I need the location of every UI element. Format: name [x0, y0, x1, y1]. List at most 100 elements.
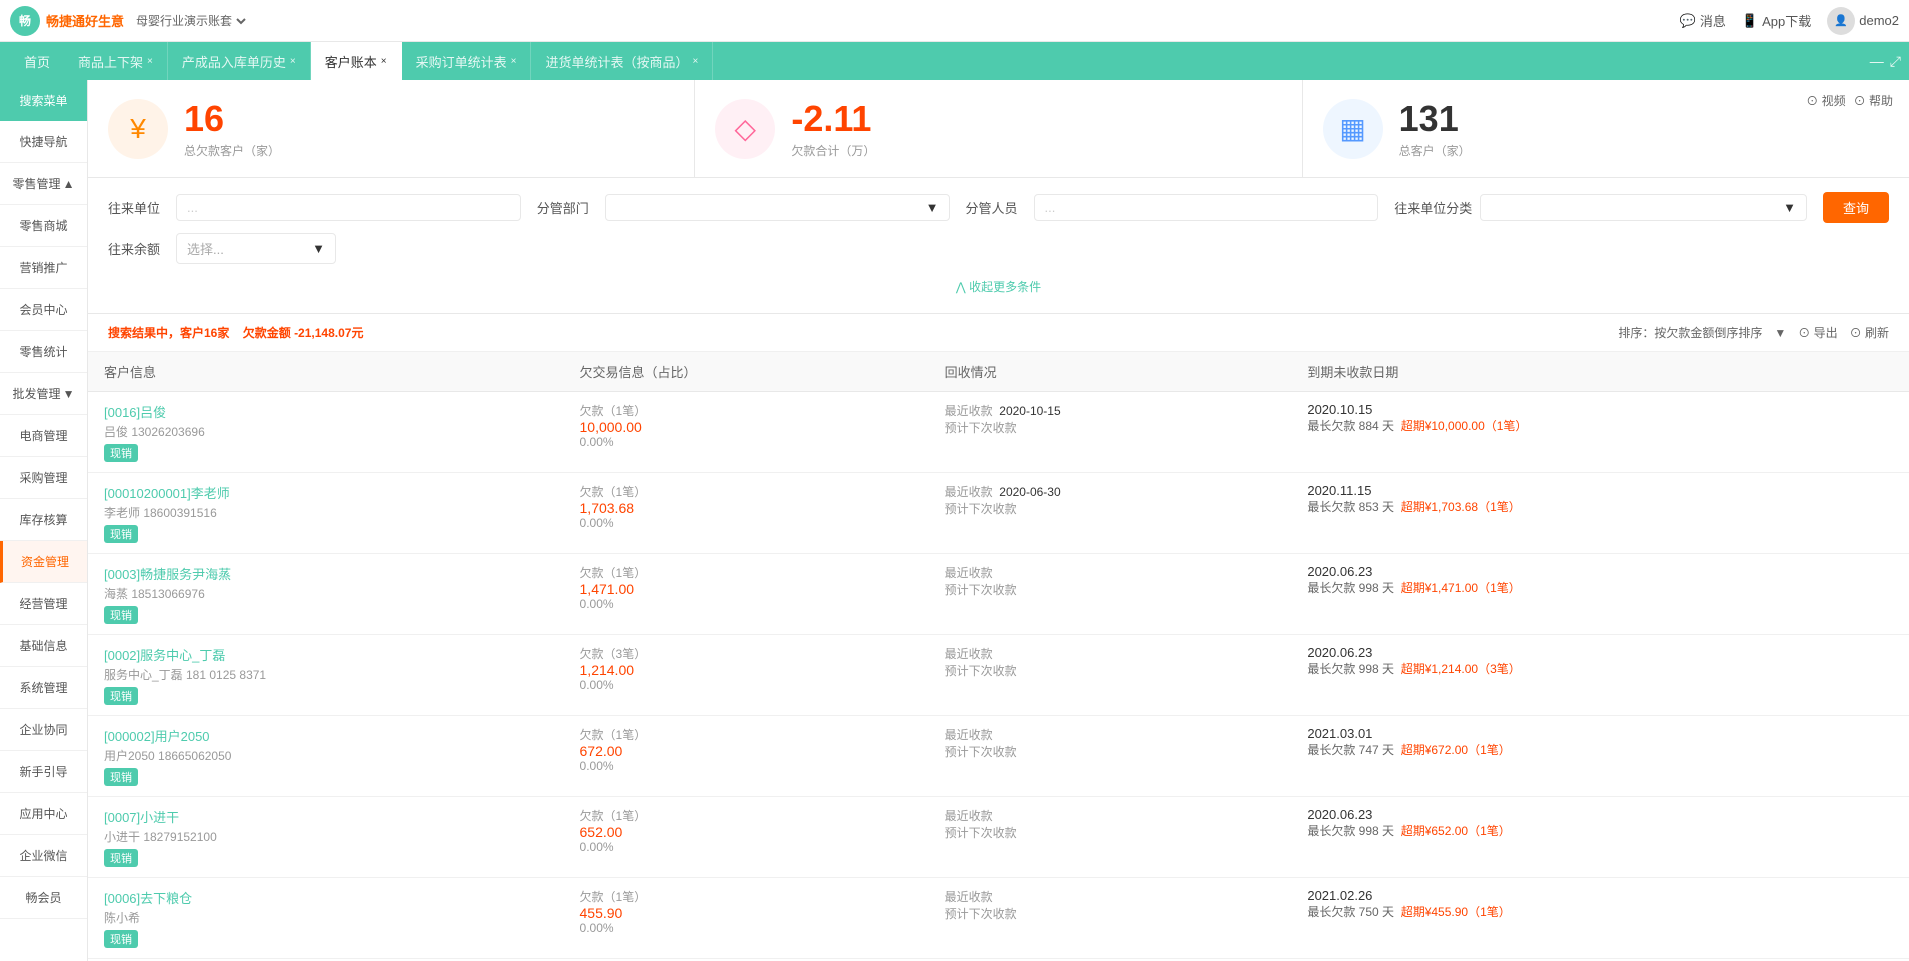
close-icon[interactable]: ×	[147, 56, 153, 67]
overdue-amount[interactable]: 超期¥652.00（1笔）	[1401, 824, 1511, 838]
sidebar-item-vip[interactable]: 畅会员	[0, 877, 87, 919]
sort-chevron-icon[interactable]: ▼	[1774, 326, 1786, 340]
customer-name[interactable]: [0002]服务中心_丁磊	[104, 645, 548, 664]
debt-amount[interactable]: 1,703.68	[580, 500, 913, 516]
sidebar-item-app-center[interactable]: 应用中心	[0, 793, 87, 835]
app-name: 畅捷通好生意	[46, 11, 124, 30]
cell-debt-info: 欠款（1笔） 1,471.00 0.00%	[564, 554, 929, 635]
close-icon[interactable]: ×	[290, 56, 296, 67]
customer-name[interactable]: [0003]畅捷服务尹海蒸	[104, 564, 548, 583]
collapse-button[interactable]: ⋀ 收起更多条件	[956, 278, 1041, 295]
close-icon[interactable]: ×	[511, 56, 517, 67]
sidebar-item-retail-mgmt[interactable]: 零售管理 ▲	[0, 163, 87, 205]
tab-home[interactable]: 首页	[10, 52, 64, 71]
person-input[interactable]: ...	[1034, 194, 1379, 221]
sidebar-item-basic-info[interactable]: 基础信息	[0, 625, 87, 667]
close-icon[interactable]: ×	[692, 56, 698, 67]
overdue-amount[interactable]: 超期¥1,214.00（3笔）	[1401, 662, 1521, 676]
due-date: 2020.06.23	[1307, 645, 1893, 660]
overdue-amount[interactable]: 超期¥10,000.00（1笔）	[1401, 419, 1528, 433]
sidebar-item-inventory[interactable]: 库存核算	[0, 499, 87, 541]
sidebar-item-wechat[interactable]: 企业微信	[0, 835, 87, 877]
chevron-down-icon: ▼	[312, 241, 325, 256]
overdue-amount[interactable]: 超期¥1,703.68（1笔）	[1401, 500, 1521, 514]
overdue-days: 最长欠款 750 天 超期¥455.90（1笔）	[1307, 903, 1893, 920]
app-download-btn[interactable]: 📱 App下载	[1742, 11, 1811, 30]
sidebar-item-finance[interactable]: 资金管理	[0, 541, 87, 583]
tab-production-history[interactable]: 产成品入库单历史 ×	[168, 42, 311, 80]
table-header-row: 客户信息 欠交易信息（占比） 回收情况 到期未收款日期	[88, 352, 1909, 392]
cell-customer-info: [0006]去下粮仓 陈小希 现销	[88, 878, 564, 959]
debt-amount[interactable]: 455.90	[580, 905, 913, 921]
due-date: 2021.03.01	[1307, 726, 1893, 741]
view-btn[interactable]: ⊙ 视频	[1806, 92, 1845, 109]
sidebar-item-purchase-mgmt[interactable]: 采购管理	[0, 457, 87, 499]
table-row: [0006]去下粮仓 陈小希 现销 欠款（1笔） 455.90 0.00% 最近…	[88, 878, 1909, 959]
query-button[interactable]: 查询	[1823, 192, 1889, 223]
window-expand-icon[interactable]: ⤢	[1890, 53, 1901, 70]
user-avatar[interactable]: 👤 demo2	[1827, 7, 1899, 35]
tab-customer-account[interactable]: 客户账本 ×	[311, 42, 402, 80]
sidebar-item-ecommerce[interactable]: 电商管理	[0, 415, 87, 457]
export-button[interactable]: ⊙ 导出	[1798, 324, 1837, 341]
customer-name[interactable]: [0006]去下粮仓	[104, 888, 548, 907]
tab-purchase-stats[interactable]: 采购订单统计表 ×	[402, 42, 532, 80]
category-select[interactable]: ▼	[1480, 194, 1807, 221]
cell-due-date: 2021.02.26 最长欠款 750 天 超期¥455.90（1笔）	[1291, 878, 1909, 959]
sidebar-item-quick-nav[interactable]: 快捷导航	[0, 121, 87, 163]
sidebar: 搜索菜单 快捷导航 零售管理 ▲ 零售商城 营销推广 会员中心 零售统计 批发管…	[0, 80, 88, 961]
debt-amount[interactable]: 10,000.00	[580, 419, 913, 435]
debt-amount[interactable]: 1,471.00	[580, 581, 913, 597]
window-minimize-icon[interactable]: —	[1870, 53, 1884, 69]
sidebar-item-retail-mall[interactable]: 零售商城	[0, 205, 87, 247]
chevron-up-icon: ⋀	[956, 280, 969, 294]
cell-collect-info: 最近收款 预计下次收款	[929, 635, 1292, 716]
sidebar-item-new-guide[interactable]: 新手引导	[0, 751, 87, 793]
message-btn[interactable]: 💬 消息	[1680, 11, 1726, 30]
close-icon[interactable]: ×	[381, 56, 387, 67]
last-collect-date: 2020-06-30	[999, 485, 1060, 499]
sidebar-item-marketing[interactable]: 营销推广	[0, 247, 87, 289]
stat-label-all: 总客户（家）	[1399, 142, 1471, 159]
overdue-amount[interactable]: 超期¥455.90（1笔）	[1401, 905, 1511, 919]
cell-collect-info: 最近收款 预计下次收款	[929, 554, 1292, 635]
balance-select[interactable]: 选择... ▼	[176, 233, 336, 264]
customer-contact: 陈小希	[104, 909, 548, 926]
sidebar-item-retail-stats[interactable]: 零售统计	[0, 331, 87, 373]
source-unit-input[interactable]: ...	[176, 194, 521, 221]
tab-purchase-by-product[interactable]: 进货单统计表（按商品） ×	[531, 42, 713, 80]
balance-placeholder: 选择...	[187, 239, 224, 258]
sidebar-item-search[interactable]: 搜索菜单	[0, 80, 87, 121]
customer-name[interactable]: [0016]吕俊	[104, 402, 548, 421]
customer-name[interactable]: [00010200001]李老师	[104, 483, 548, 502]
help-btn[interactable]: ⊙ 帮助	[1854, 92, 1893, 109]
main-layout: 搜索菜单 快捷导航 零售管理 ▲ 零售商城 营销推广 会员中心 零售统计 批发管…	[0, 80, 1909, 961]
sidebar-item-wholesale-mgmt[interactable]: 批发管理 ▼	[0, 373, 87, 415]
debt-amount[interactable]: 672.00	[580, 743, 913, 759]
debt-amount[interactable]: 652.00	[580, 824, 913, 840]
source-unit-placeholder: ...	[187, 200, 198, 215]
customer-name[interactable]: [000002]用户2050	[104, 726, 548, 745]
stat-info-total: -2.11 欠款合计（万）	[791, 98, 875, 159]
dept-select[interactable]: ▼	[605, 194, 950, 221]
cell-debt-info: 欠款（1笔） 652.00 0.00%	[564, 797, 929, 878]
status-badge: 现销	[104, 525, 138, 543]
toolbar-left: 搜索结果中，客户16家 欠款金额 -21,148.07元	[108, 324, 363, 341]
customer-contact: 用户2050 18665062050	[104, 747, 548, 764]
overdue-amount[interactable]: 超期¥1,471.00（1笔）	[1401, 581, 1521, 595]
refresh-button[interactable]: ⊙ 刷新	[1850, 324, 1889, 341]
sort-label: 排序：按欠款金额倒序排序	[1618, 324, 1762, 341]
sidebar-item-enterprise[interactable]: 企业协同	[0, 709, 87, 751]
overdue-amount[interactable]: 超期¥672.00（1笔）	[1401, 743, 1511, 757]
customer-contact: 海蒸 18513066976	[104, 585, 548, 602]
sidebar-item-system[interactable]: 系统管理	[0, 667, 87, 709]
tab-product-on-off[interactable]: 商品上下架 ×	[64, 42, 168, 80]
stat-card-all-customers: ▦ 131 总客户（家） ⊙ 视频 ⊙ 帮助	[1303, 80, 1909, 177]
customer-name[interactable]: [0007]小进干	[104, 807, 548, 826]
sidebar-item-member-center[interactable]: 会员中心	[0, 289, 87, 331]
due-date: 2020.10.15	[1307, 402, 1893, 417]
sidebar-item-operations[interactable]: 经营管理	[0, 583, 87, 625]
debt-amount[interactable]: 1,214.00	[580, 662, 913, 678]
th-debt-info: 欠交易信息（占比）	[564, 352, 929, 392]
company-select[interactable]: 母婴行业演示账套	[132, 13, 249, 29]
